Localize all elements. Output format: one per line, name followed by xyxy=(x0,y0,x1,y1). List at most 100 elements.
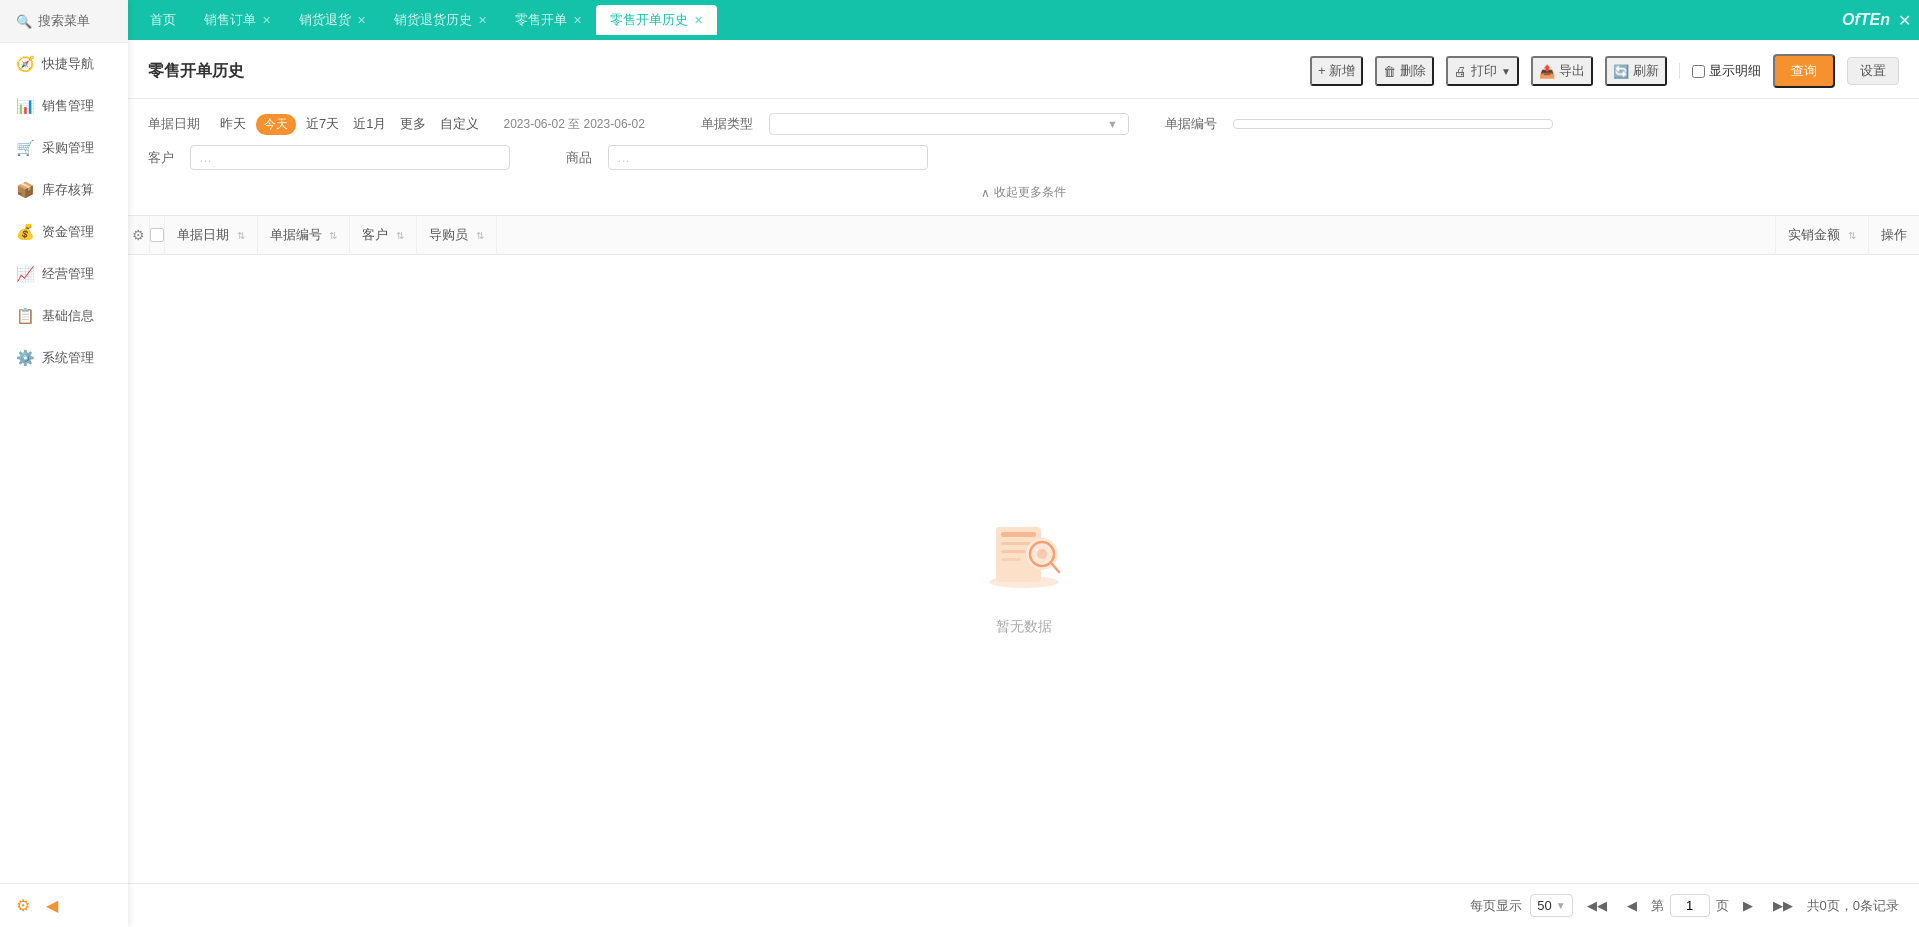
svg-rect-5 xyxy=(1001,558,1021,561)
data-table: ⚙ 单据日期 ⇅ 单据编号 ⇅ xyxy=(128,216,1919,255)
display-detail-checkbox[interactable] xyxy=(1692,65,1705,78)
tab-sales-return[interactable]: 销货退货✕ xyxy=(285,5,380,35)
filter-row-2: 客户 … 商品 … xyxy=(148,145,1899,170)
sidebar-item-sales-mgmt[interactable]: 📊销售管理 xyxy=(0,85,128,127)
th-settings: ⚙ xyxy=(128,216,150,255)
sidebar-label-inventory: 库存核算 xyxy=(42,181,94,199)
customer-input[interactable]: … xyxy=(190,145,510,170)
next-page-btn[interactable]: ▶ xyxy=(1737,894,1759,917)
type-filter-label: 单据类型 xyxy=(701,115,753,133)
tab-sales-return-history[interactable]: 销货退货历史 ✕ xyxy=(380,5,501,35)
amount-sort-icon[interactable]: ⇅ xyxy=(1848,230,1856,241)
select-all-checkbox[interactable] xyxy=(150,228,164,242)
tab-retail-open[interactable]: 零售开单✕ xyxy=(501,5,596,35)
sidebar-label-quick-nav: 快捷导航 xyxy=(42,55,94,73)
page-header: 零售开单历史 + 新增 🗑 删除 🖨 打印 ▼ 📤 导出 🔄 刷新 xyxy=(128,40,1919,99)
collapse-filters-btn[interactable]: ∧ 收起更多条件 xyxy=(148,180,1899,201)
th-checkbox xyxy=(150,216,165,255)
sidebar-item-sys-mgmt[interactable]: ⚙️ 系统管理 xyxy=(0,337,128,379)
sidebar-label-finance: 资金管理 xyxy=(42,223,94,241)
page-number: 第 页 xyxy=(1651,894,1729,917)
empty-illustration xyxy=(974,502,1074,602)
sidebar-item-operation[interactable]: 📈经营管理 xyxy=(0,253,128,295)
date-filter-label: 单据日期 xyxy=(148,115,200,133)
settings-icon[interactable]: ⚙ xyxy=(16,896,30,915)
sidebar-item-finance[interactable]: 💰资金管理 xyxy=(0,211,128,253)
collapse-sidebar-icon[interactable]: ◀ xyxy=(46,896,58,915)
type-select[interactable]: ▼ xyxy=(769,113,1129,135)
display-detail-toggle[interactable]: 显示明细 xyxy=(1692,62,1761,80)
last-page-btn[interactable]: ▶▶ xyxy=(1767,894,1799,917)
sidebar-item-quick-nav[interactable]: 🧭快捷导航 xyxy=(0,43,128,85)
per-page-label: 每页显示 xyxy=(1470,897,1522,915)
table-settings-icon[interactable]: ⚙ xyxy=(128,223,149,247)
number-input[interactable] xyxy=(1233,119,1553,129)
toolbar: + 新增 🗑 删除 🖨 打印 ▼ 📤 导出 🔄 刷新 显示明细 xyxy=(1310,54,1899,88)
date-opt-更多[interactable]: 更多 xyxy=(396,113,430,135)
tab-close-retail-open-history[interactable]: ✕ xyxy=(694,14,703,27)
page-input[interactable] xyxy=(1670,894,1710,917)
svg-rect-4 xyxy=(1001,550,1026,553)
th-salesperson: 导购员 ⇅ xyxy=(416,216,496,255)
sidebar-label-sys-mgmt: 系统管理 xyxy=(42,349,94,367)
tab-sales-order[interactable]: 销售订单 ✕ xyxy=(190,5,285,35)
tab-close-sales-order[interactable]: ✕ xyxy=(262,14,271,27)
sidebar-label-purchase-mgmt: 采购管理 xyxy=(42,139,94,157)
per-page-select[interactable]: 50 ▼ xyxy=(1530,894,1572,917)
add-button[interactable]: + 新增 xyxy=(1310,56,1363,86)
export-icon: 📤 xyxy=(1539,64,1555,79)
sidebar-item-purchase-mgmt[interactable]: 🛒采购管理 xyxy=(0,127,128,169)
tab-close-retail-open[interactable]: ✕ xyxy=(573,14,582,27)
type-select-arrow: ▼ xyxy=(1107,118,1118,130)
th-number: 单据编号 ⇅ xyxy=(257,216,350,255)
first-page-btn[interactable]: ◀◀ xyxy=(1581,894,1613,917)
brand-text: OfTEn xyxy=(1842,11,1890,29)
goods-input[interactable]: … xyxy=(608,145,928,170)
date-opt-昨天[interactable]: 昨天 xyxy=(216,113,250,135)
delete-button[interactable]: 🗑 删除 xyxy=(1375,56,1434,86)
refresh-icon: 🔄 xyxy=(1613,64,1629,79)
date-opt-自定义[interactable]: 自定义 xyxy=(436,113,483,135)
total-info: 共0页，0条记录 xyxy=(1807,897,1899,915)
search-icon: 🔍 xyxy=(16,14,32,29)
tab-close-sales-return-history[interactable]: ✕ xyxy=(478,14,487,27)
close-all-button[interactable]: ✕ xyxy=(1898,11,1911,30)
search-menu-btn[interactable]: 🔍 搜索菜单 xyxy=(0,0,128,43)
th-spacer xyxy=(496,216,1776,255)
sidebar-label-operation: 经营管理 xyxy=(42,265,94,283)
date-sort-icon[interactable]: ⇅ xyxy=(237,230,245,241)
number-sort-icon[interactable]: ⇅ xyxy=(329,230,337,241)
date-range-display: 2023-06-02 至 2023-06-02 xyxy=(503,116,644,133)
number-filter-label: 单据编号 xyxy=(1165,115,1217,133)
tab-label-sales-order: 销售订单 xyxy=(204,11,256,29)
customer-input-placeholder: … xyxy=(199,150,212,165)
sidebar-item-basic-info[interactable]: 📋基础信息 xyxy=(0,295,128,337)
filter-row-1: 单据日期 昨天今天近7天近1月更多自定义 2023-06-02 至 2023-0… xyxy=(148,113,1899,135)
sys-mgmt-icon: ⚙️ xyxy=(16,349,34,367)
sidebar-label-basic-info: 基础信息 xyxy=(42,307,94,325)
goods-input-placeholder: … xyxy=(617,150,630,165)
date-opt-近7天[interactable]: 近7天 xyxy=(302,113,343,135)
tab-close-sales-return[interactable]: ✕ xyxy=(357,14,366,27)
tab-home[interactable]: 首页 xyxy=(136,5,190,35)
sidebar-item-inventory[interactable]: 📦库存核算 xyxy=(0,169,128,211)
settings-button[interactable]: 设置 xyxy=(1847,57,1899,85)
print-button[interactable]: 🖨 打印 ▼ xyxy=(1446,56,1519,86)
prev-page-btn[interactable]: ◀ xyxy=(1621,894,1643,917)
tab-label-sales-return-history: 销货退货历史 xyxy=(394,11,472,29)
svg-point-9 xyxy=(1037,549,1047,559)
customer-sort-icon[interactable]: ⇅ xyxy=(396,230,404,241)
salesperson-sort-icon[interactable]: ⇅ xyxy=(476,230,484,241)
query-button[interactable]: 查询 xyxy=(1773,54,1835,88)
date-opt-近1月[interactable]: 近1月 xyxy=(349,113,390,135)
page-title: 零售开单历史 xyxy=(148,61,244,82)
customer-filter-label: 客户 xyxy=(148,149,174,167)
export-button[interactable]: 📤 导出 xyxy=(1531,56,1593,86)
search-menu-label: 搜索菜单 xyxy=(38,12,90,30)
date-opt-今天[interactable]: 今天 xyxy=(256,114,296,135)
refresh-button[interactable]: 🔄 刷新 xyxy=(1605,56,1667,86)
sidebar-bottom: ⚙ ◀ xyxy=(0,883,128,927)
table-area: ⚙ 单据日期 ⇅ 单据编号 ⇅ xyxy=(128,216,1919,883)
tab-retail-open-history[interactable]: 零售开单历史✕ xyxy=(596,5,717,35)
chevron-up-icon: ∧ xyxy=(981,186,990,200)
